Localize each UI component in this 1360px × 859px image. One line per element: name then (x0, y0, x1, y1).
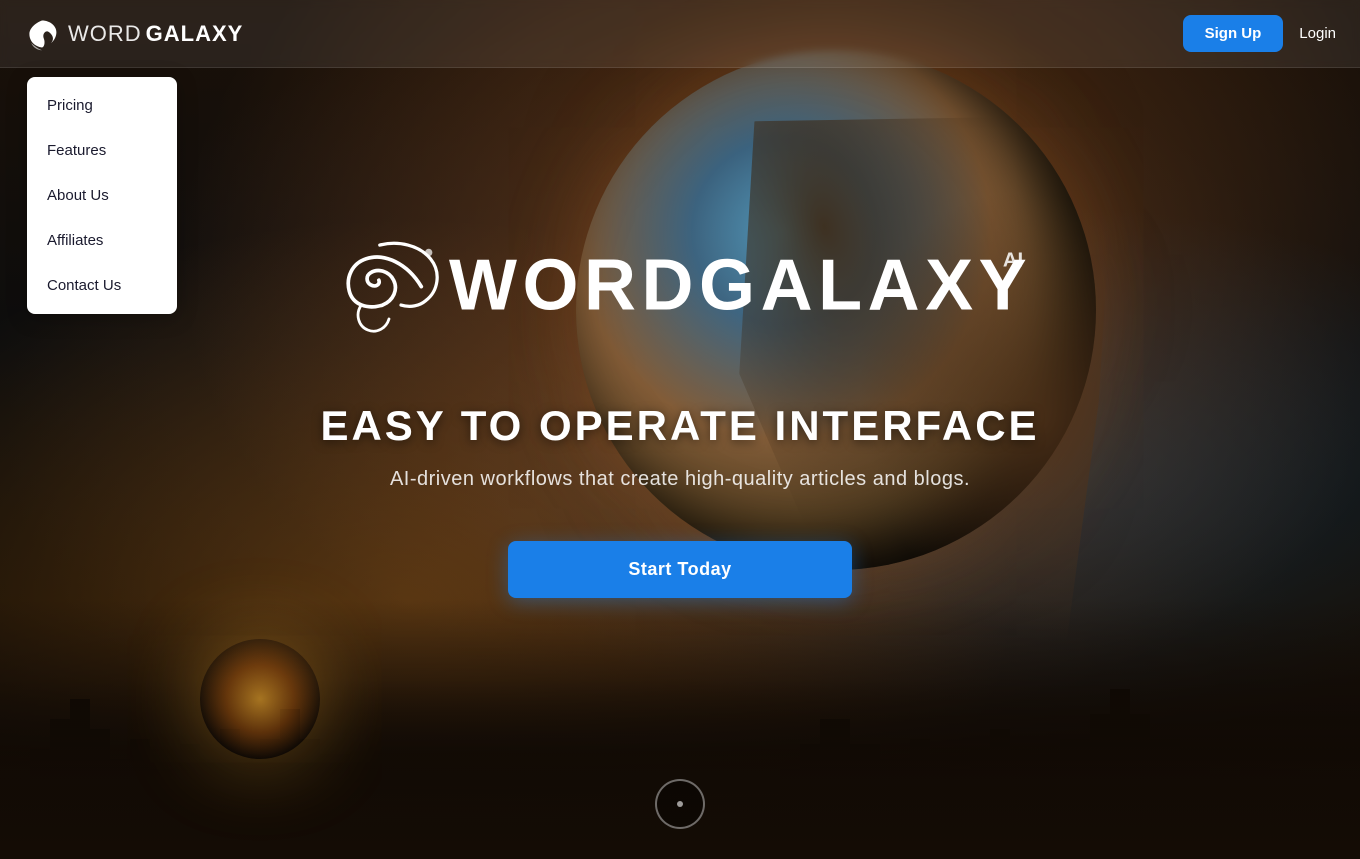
scroll-dot (677, 801, 683, 807)
nav-item-contact[interactable]: Contact Us (27, 263, 177, 308)
logo-text: WORDGALAXY (68, 21, 243, 47)
hero-title: EASY TO OPERATE INTERFACE (320, 402, 1039, 450)
wordgalaxy-logo-svg: WORDGALAXY AI (329, 222, 1031, 342)
dropdown-menu: Pricing Features About Us Affiliates Con… (27, 77, 177, 314)
svg-text:WORDGALAXY: WORDGALAXY (449, 245, 1031, 325)
nav-actions: Sign Up Login (1183, 15, 1336, 52)
scroll-indicator (655, 779, 705, 829)
svg-text:AI: AI (1003, 249, 1023, 271)
login-button[interactable]: Login (1299, 25, 1336, 42)
nav-item-pricing[interactable]: Pricing (27, 83, 177, 128)
logo-area: WORDGALAXY (24, 16, 243, 52)
navbar: WORDGALAXY Sign Up Login (0, 0, 1360, 68)
signup-button[interactable]: Sign Up (1183, 15, 1284, 52)
nav-item-affiliates[interactable]: Affiliates (27, 218, 177, 263)
scroll-circle (655, 779, 705, 829)
logo-icon (24, 16, 60, 52)
hero-subtitle: AI-driven workflows that create high-qua… (390, 468, 970, 491)
start-today-button[interactable]: Start Today (508, 541, 851, 598)
nav-item-about[interactable]: About Us (27, 173, 177, 218)
hero-content: WORDGALAXY AI EASY TO OPERATE INTERFACE … (0, 0, 1360, 859)
hero-logo: WORDGALAXY AI (329, 222, 1031, 342)
nav-item-features[interactable]: Features (27, 128, 177, 173)
